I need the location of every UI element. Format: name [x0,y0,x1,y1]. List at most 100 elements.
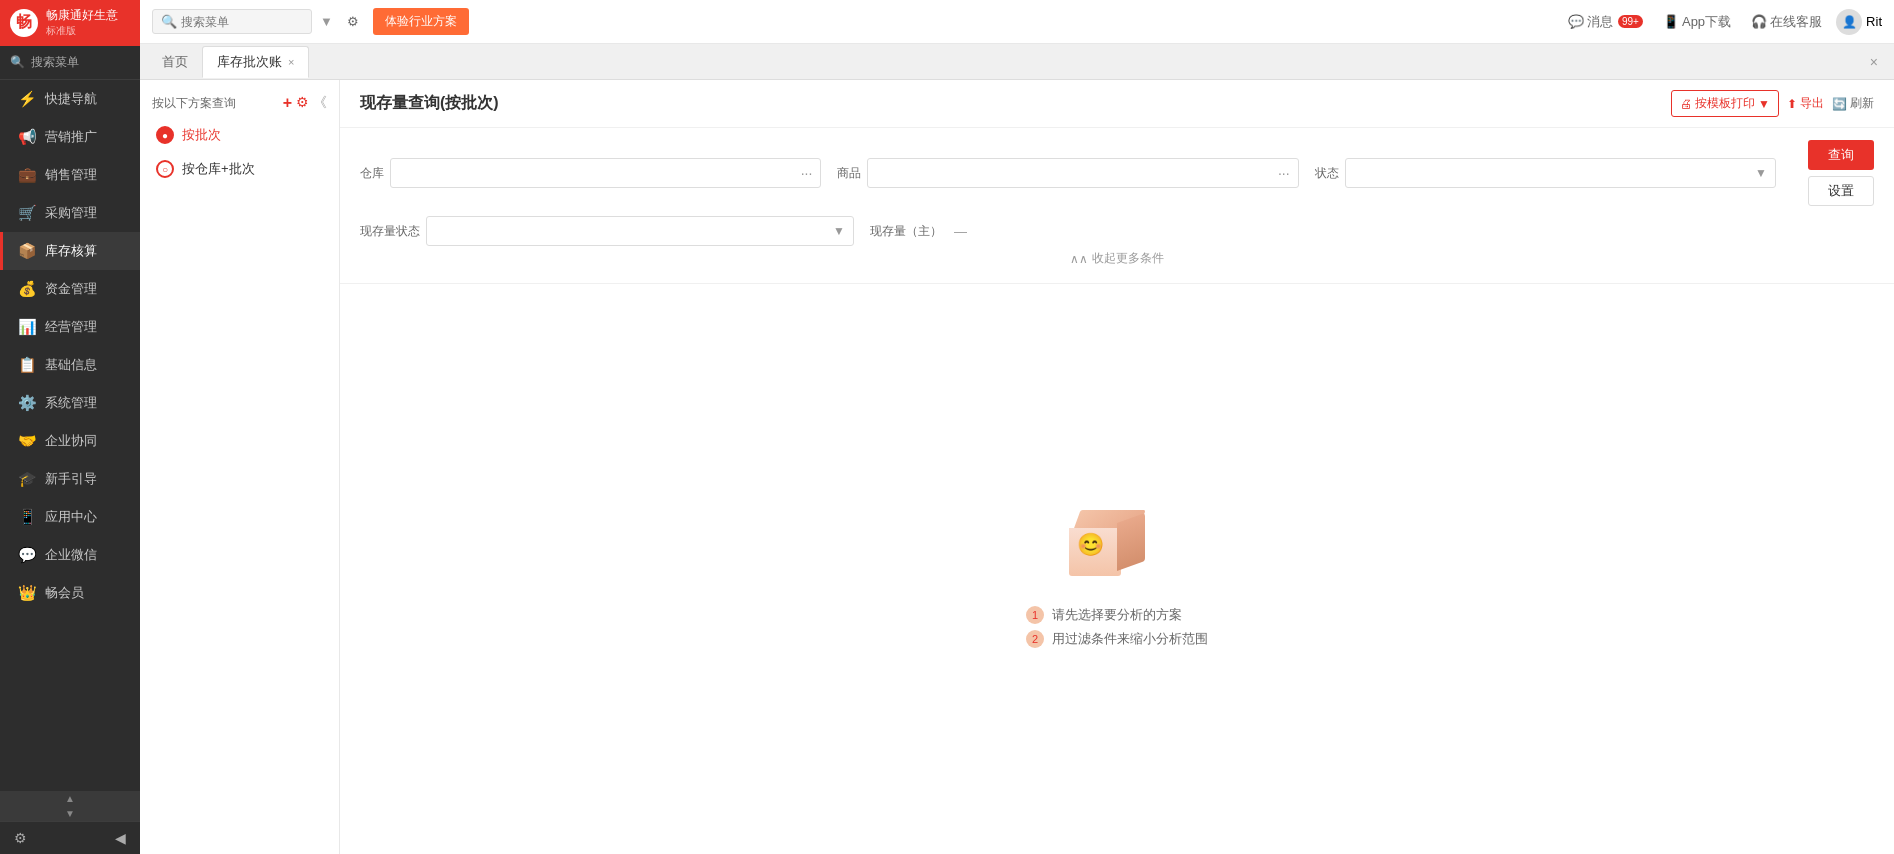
collapse-chevron-icon: ∧∧ [1070,252,1088,266]
purchase-icon: 🛒 [17,204,37,222]
print-btn-label: 按模板打印 [1695,95,1755,112]
main-area: 🔍 ▼ ⚙ 体验行业方案 💬 消息 99+ 📱 App下载 🎧 在线客服 👤 R… [140,0,1894,854]
sidebar-item-enterprise[interactable]: 🤝 企业协同 [0,422,140,460]
page-header: 现存量查询(按批次) 🖨 按模板打印 ▼ ⬆ 导出 🔄 刷新 [340,80,1894,128]
scheme-settings-btn[interactable]: ⚙ [296,94,309,112]
collapse-panel-btn[interactable]: 《 [313,94,327,112]
refresh-icon: 🔄 [1832,97,1847,111]
sidebar-item-operations[interactable]: 📊 经营管理 [0,308,140,346]
settings-btn[interactable]: 设置 [1808,176,1874,206]
sidebar-item-label: 应用中心 [45,508,97,526]
product-dots[interactable]: ··· [1278,165,1290,181]
settings-footer-btn[interactable]: ⚙ [14,830,27,846]
sidebar-item-sales[interactable]: 💼 销售管理 [0,156,140,194]
empty-tip-1: 1 请先选择要分析的方案 [1026,606,1208,624]
warehouse-dots[interactable]: ··· [801,165,813,181]
page-title: 现存量查询(按批次) [360,93,499,114]
sidebar-item-apps[interactable]: 📱 应用中心 [0,498,140,536]
scheme-by-warehouse-batch[interactable]: ○ 按仓库+批次 [140,152,339,186]
message-btn[interactable]: 💬 消息 99+ [1562,9,1649,35]
add-scheme-btn[interactable]: + [283,94,292,112]
collapse-label: 收起更多条件 [1092,250,1164,267]
refresh-btn[interactable]: 🔄 刷新 [1832,95,1874,112]
sidebar-item-label: 采购管理 [45,204,97,222]
member-icon: 👑 [17,584,37,602]
status-label: 状态 [1315,165,1339,182]
export-btn-label: 导出 [1800,95,1824,112]
sidebar-item-quick-nav[interactable]: ⚡ 快捷导航 [0,80,140,118]
print-btn[interactable]: 🖨 按模板打印 ▼ [1671,90,1779,117]
experience-btn[interactable]: 体验行业方案 [373,8,469,35]
product-label: 商品 [837,165,861,182]
page-header-actions: 🖨 按模板打印 ▼ ⬆ 导出 🔄 刷新 [1671,90,1874,117]
sidebar-search[interactable]: 🔍 搜索菜单 [0,46,140,80]
filter-panel-title: 按以下方案查询 [152,95,236,112]
newbie-icon: 🎓 [17,470,37,488]
app-download-btn[interactable]: 📱 App下载 [1657,9,1737,35]
filter-row-2: 现存量状态 ▼ 现存量（主） — [360,216,1874,246]
sidebar-scroll-up[interactable]: ▲ [0,791,140,806]
sidebar-item-member[interactable]: 👑 畅会员 [0,574,140,612]
sidebar-item-finance[interactable]: 💰 资金管理 [0,270,140,308]
avatar: 👤 [1836,9,1862,35]
stock-status-filter: 现存量状态 ▼ [360,216,854,246]
sidebar-item-label: 经营管理 [45,318,97,336]
sidebar-item-marketing[interactable]: 📢 营销推广 [0,118,140,156]
sidebar-item-system[interactable]: ⚙️ 系统管理 [0,384,140,422]
online-service-btn[interactable]: 🎧 在线客服 [1745,9,1828,35]
filter-area: 仓库 ··· 商品 ··· [340,128,1894,284]
empty-illustration: 😊 [1067,490,1167,590]
print-dropdown-icon[interactable]: ▼ [1758,97,1770,111]
sidebar-scroll-down[interactable]: ▼ [0,806,140,821]
filter-panel-header: 按以下方案查询 + ⚙ 《 [140,88,339,118]
sidebar-item-label: 营销推广 [45,128,97,146]
sidebar-item-inventory[interactable]: 📦 库存核算 [0,232,140,270]
empty-state: 😊 1 请先选择要分析的方案 2 用过滤条件来缩小分析范围 [1026,490,1208,648]
sidebar-item-newbie[interactable]: 🎓 新手引导 [0,460,140,498]
user-profile-btn[interactable]: 👤 Rit [1836,9,1882,35]
message-icon: 💬 [1568,14,1584,29]
status-dropdown-icon[interactable]: ▼ [1755,166,1767,180]
scheme-by-batch[interactable]: ● 按批次 [140,118,339,152]
sidebar-item-basic[interactable]: 📋 基础信息 [0,346,140,384]
sidebar-item-label: 销售管理 [45,166,97,184]
status-input[interactable]: ▼ [1345,158,1776,188]
filter-panel-actions: + ⚙ 《 [283,94,327,112]
content: 按以下方案查询 + ⚙ 《 ● 按批次 ○ 按仓库+批次 现 [140,80,1894,854]
topbar-settings-btn[interactable]: ⚙ [341,10,365,33]
warehouse-label: 仓库 [360,165,384,182]
stock-status-select[interactable]: ▼ [426,216,854,246]
product-input[interactable]: ··· [867,158,1298,188]
app-download-icon: 📱 [1663,14,1679,29]
export-icon: ⬆ [1787,97,1797,111]
tab-inventory-batch[interactable]: 库存批次账 × [202,46,309,78]
app-download-label: App下载 [1682,13,1731,31]
warehouse-input[interactable]: ··· [390,158,821,188]
topbar-search-input[interactable] [181,15,281,29]
collapse-sidebar-btn[interactable]: ◀ [115,830,126,846]
stock-quantity-filter: 现存量（主） — [870,223,1364,240]
scheme-by-warehouse-batch-label: 按仓库+批次 [182,160,255,178]
tab-panel-close-btn[interactable]: × [1862,50,1886,74]
topbar-search-box[interactable]: 🔍 [152,9,312,34]
stock-status-label: 现存量状态 [360,223,420,240]
refresh-btn-label: 刷新 [1850,95,1874,112]
collapse-bar[interactable]: ∧∧ 收起更多条件 [360,246,1874,271]
sidebar-item-label: 基础信息 [45,356,97,374]
export-btn[interactable]: ⬆ 导出 [1787,95,1824,112]
scheme-by-batch-label: 按批次 [182,126,221,144]
online-service-label: 在线客服 [1770,13,1822,31]
sidebar-item-purchase[interactable]: 🛒 采购管理 [0,194,140,232]
topbar-dropdown-icon[interactable]: ▼ [320,14,333,29]
apps-icon: 📱 [17,508,37,526]
query-btn[interactable]: 查询 [1808,140,1874,170]
sidebar-app-info: 畅康通好生意 标准版 [46,8,118,38]
filter-panel: 按以下方案查询 + ⚙ 《 ● 按批次 ○ 按仓库+批次 [140,80,340,854]
sidebar-app-title: 畅康通好生意 [46,8,118,24]
tab-close-icon[interactable]: × [288,56,294,68]
tab-home[interactable]: 首页 [148,47,202,77]
operations-icon: 📊 [17,318,37,336]
topbar-search-icon: 🔍 [161,14,177,29]
finance-icon: 💰 [17,280,37,298]
sidebar-item-wechat[interactable]: 💬 企业微信 [0,536,140,574]
